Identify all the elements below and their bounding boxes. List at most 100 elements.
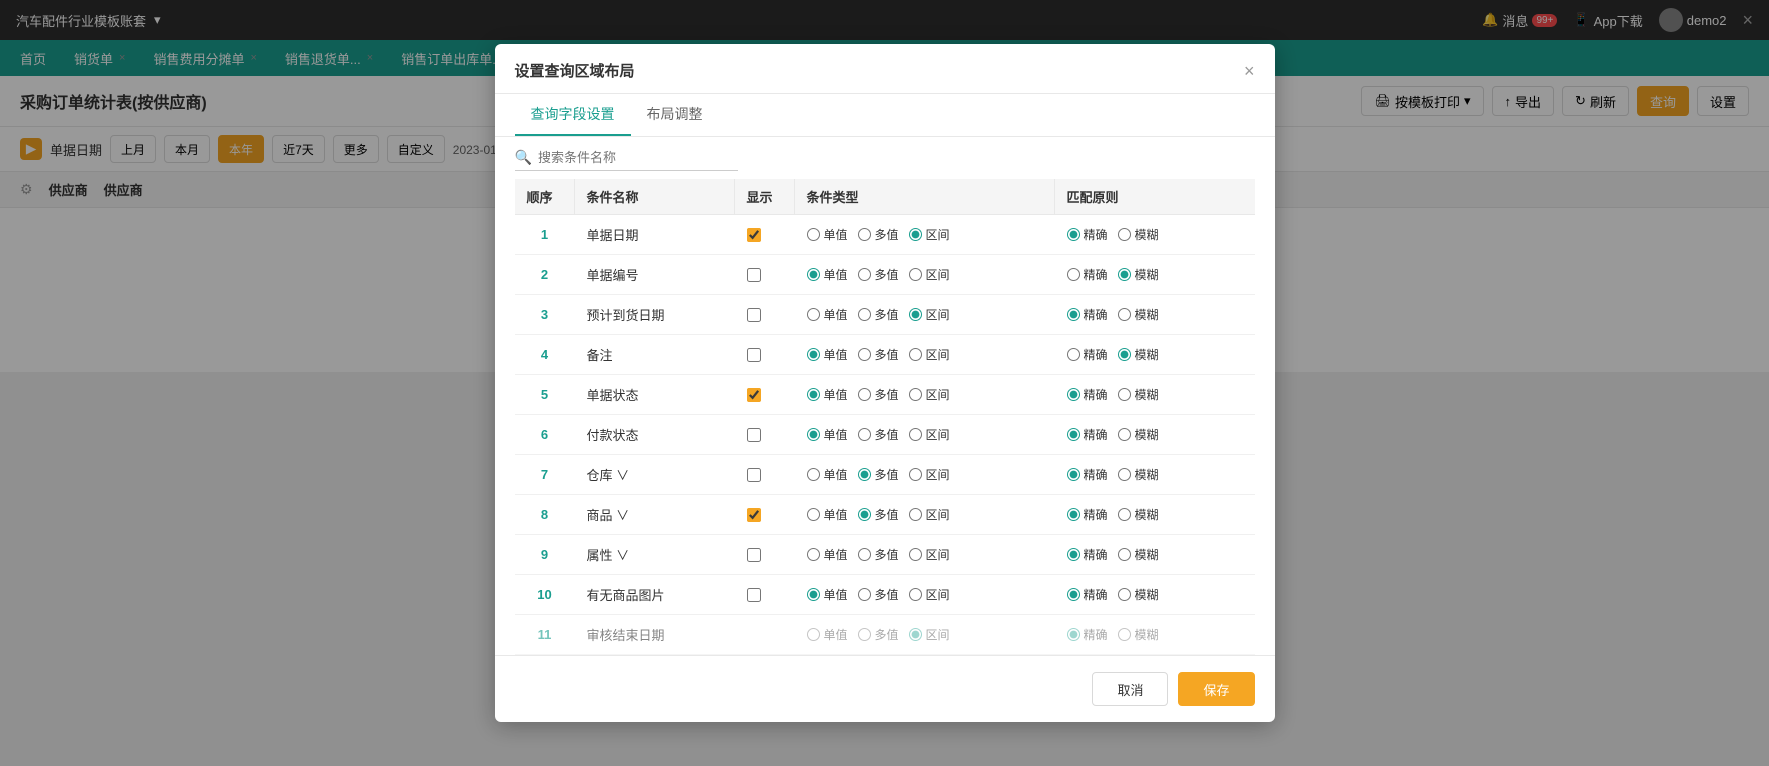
dialog-table: 顺序 条件名称 显示 条件类型 匹配原则 1 单据日期 单值 [495,179,1275,655]
row10-type-range[interactable] [909,588,922,601]
row9-match-fuzzy[interactable] [1118,548,1131,561]
row7-match-fuzzy[interactable] [1118,468,1131,481]
row6-match-fuzzy[interactable] [1118,428,1131,441]
table-row: 2 单据编号 单值 多值 区间 精确 [515,255,1255,295]
row2-show[interactable] [735,260,795,290]
row9-type-range[interactable] [909,548,922,561]
row8-match-fuzzy[interactable] [1118,508,1131,521]
row6-order: 6 [515,419,575,450]
row7-type-multi[interactable] [858,468,871,481]
row5-show[interactable] [735,380,795,410]
row7-type: 单值 多值 区间 [795,458,1055,491]
row6-type-range[interactable] [909,428,922,441]
tab-query-fields[interactable]: 查询字段设置 [515,94,631,136]
row8-show-checkbox[interactable] [747,508,761,522]
row5-name: 单据状态 [575,377,735,412]
row4-type-range[interactable] [909,348,922,361]
row2-type-range[interactable] [909,268,922,281]
row5-match-fuzzy[interactable] [1118,388,1131,401]
row4-match-exact[interactable] [1067,348,1080,361]
row7-type-single[interactable] [807,468,820,481]
table-row: 1 单据日期 单值 多值 区间 精确 [515,215,1255,255]
row7-show[interactable] [735,460,795,490]
row1-show[interactable] [735,220,795,250]
row4-type: 单值 多值 区间 [795,338,1055,371]
row3-show[interactable] [735,300,795,330]
row8-type-range[interactable] [909,508,922,521]
row8-type-multi[interactable] [858,508,871,521]
row4-show-checkbox[interactable] [747,348,761,362]
tab-layout-adjust[interactable]: 布局调整 [631,94,719,136]
row9-type: 单值 多值 区间 [795,538,1055,571]
row4-type-single[interactable] [807,348,820,361]
tab-query-fields-label: 查询字段设置 [531,106,615,122]
row7-show-checkbox[interactable] [747,468,761,482]
row10-type-single[interactable] [807,588,820,601]
search-input-wrap: 🔍 [515,149,738,171]
row10-show[interactable] [735,580,795,610]
tab-layout-adjust-label: 布局调整 [647,106,703,122]
table-row: 7 仓库 ∨ 单值 多值 区间 精确 [515,455,1255,495]
save-button[interactable]: 保存 [1178,672,1254,706]
row2-match-fuzzy[interactable] [1118,268,1131,281]
row2-name: 单据编号 [575,257,735,292]
row4-name: 备注 [575,337,735,372]
row1-type-multi[interactable] [858,228,871,241]
row3-type-single[interactable] [807,308,820,321]
row8-type-single[interactable] [807,508,820,521]
table-row: 5 单据状态 单值 多值 区间 精确 [515,375,1255,415]
row3-type-multi[interactable] [858,308,871,321]
cancel-button[interactable]: 取消 [1092,672,1168,706]
row10-type: 单值 多值 区间 [795,578,1055,611]
row1-match-fuzzy[interactable] [1118,228,1131,241]
row5-type-single[interactable] [807,388,820,401]
row1-match-exact[interactable] [1067,228,1080,241]
dialog-close-button[interactable]: × [1244,62,1255,80]
row2-type-multi[interactable] [858,268,871,281]
row5-show-checkbox[interactable] [747,388,761,402]
row9-match-exact[interactable] [1067,548,1080,561]
row9-type-single[interactable] [807,548,820,561]
row2-match-exact[interactable] [1067,268,1080,281]
row1-show-checkbox[interactable] [747,228,761,242]
row6-match-exact[interactable] [1067,428,1080,441]
row5-type-multi[interactable] [858,388,871,401]
row7-match-exact[interactable] [1067,468,1080,481]
row1-type-range[interactable] [909,228,922,241]
row2-type-single[interactable] [807,268,820,281]
row10-match-fuzzy[interactable] [1118,588,1131,601]
table-row: 3 预计到货日期 单值 多值 区间 精确 [515,295,1255,335]
row3-show-checkbox[interactable] [747,308,761,322]
row2-show-checkbox[interactable] [747,268,761,282]
row6-type-multi[interactable] [858,428,871,441]
row5-match-exact[interactable] [1067,388,1080,401]
search-input[interactable] [538,150,738,165]
row10-name: 有无商品图片 [575,577,735,612]
row4-match-fuzzy[interactable] [1118,348,1131,361]
row6-show[interactable] [735,420,795,450]
table-row: 4 备注 单值 多值 区间 精确 [515,335,1255,375]
row6-type-single[interactable] [807,428,820,441]
row8-order: 8 [515,499,575,530]
row9-show[interactable] [735,540,795,570]
row3-match-exact[interactable] [1067,308,1080,321]
row10-match-exact[interactable] [1067,588,1080,601]
row5-type-range[interactable] [909,388,922,401]
row7-type-range[interactable] [909,468,922,481]
table-row: 8 商品 ∨ 单值 多值 区间 精确 [515,495,1255,535]
row6-show-checkbox[interactable] [747,428,761,442]
row8-match-exact[interactable] [1067,508,1080,521]
row6-type: 单值 多值 区间 [795,418,1055,451]
row3-type-range[interactable] [909,308,922,321]
row5-order: 5 [515,379,575,410]
row2-order: 2 [515,259,575,290]
row9-show-checkbox[interactable] [747,548,761,562]
row10-show-checkbox[interactable] [747,588,761,602]
row4-type-multi[interactable] [858,348,871,361]
row9-type-multi[interactable] [858,548,871,561]
row1-type-single[interactable] [807,228,820,241]
row10-type-multi[interactable] [858,588,871,601]
row3-match-fuzzy[interactable] [1118,308,1131,321]
row8-show[interactable] [735,500,795,530]
row4-show[interactable] [735,340,795,370]
